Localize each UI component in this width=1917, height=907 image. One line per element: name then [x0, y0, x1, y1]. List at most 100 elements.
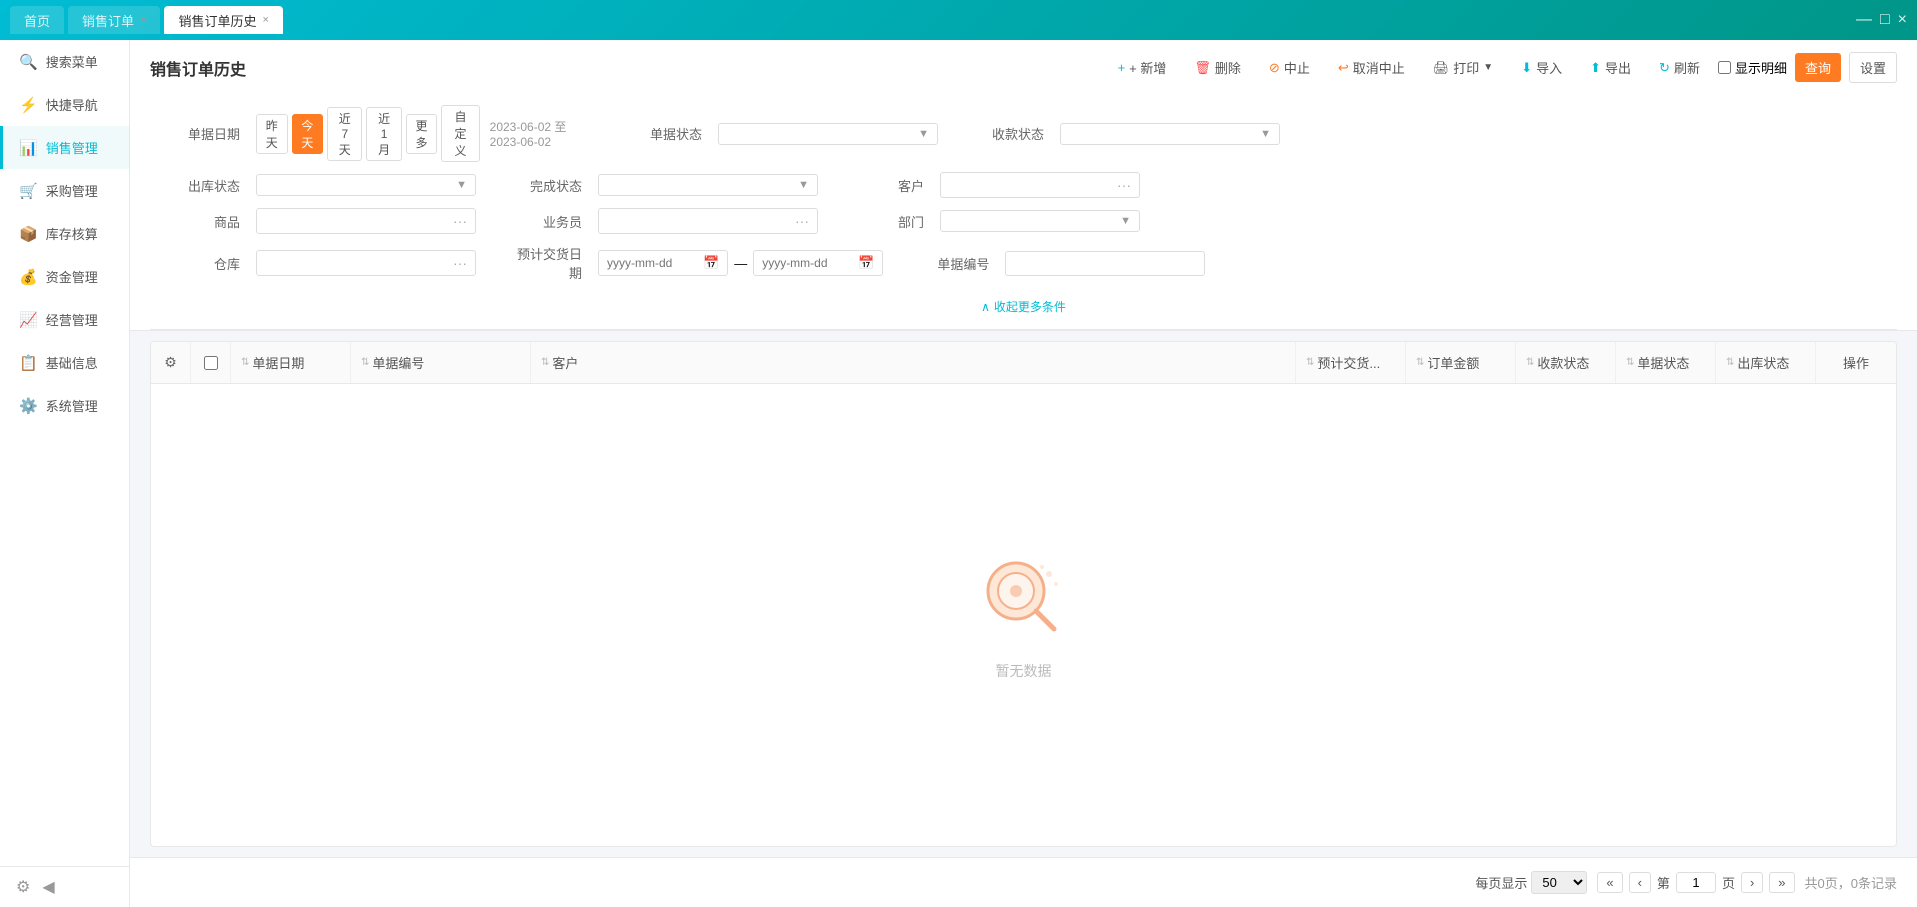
query-button[interactable]: 查询 — [1795, 53, 1841, 82]
salesperson-more-icon[interactable]: ··· — [795, 213, 809, 229]
th-bill-status-label: 单据状态 — [1637, 353, 1689, 372]
import-button[interactable]: ⬇ 导入 — [1511, 53, 1572, 82]
page-title: 销售订单历史 — [150, 56, 246, 80]
date-yesterday[interactable]: 昨天 — [256, 114, 288, 154]
sidebar-item-sales[interactable]: 📊 销售管理 — [0, 126, 129, 169]
customer-more-icon[interactable]: ··· — [1117, 177, 1131, 193]
page-number-input[interactable] — [1676, 872, 1716, 893]
collapse-row[interactable]: ∧ 收起更多条件 — [170, 292, 1877, 317]
th-pay-status-label: 收款状态 — [1537, 353, 1589, 372]
sidebar-item-system[interactable]: ⚙️ 系统管理 — [0, 384, 129, 427]
bill-status-arrow: ▼ — [918, 128, 929, 140]
sort-icon-3[interactable]: ⇅ — [541, 357, 549, 368]
collapse-label: 收起更多条件 — [994, 298, 1066, 315]
sidebar-item-purchase-label: 采购管理 — [46, 181, 98, 200]
sidebar-item-finance[interactable]: 💰 资金管理 — [0, 255, 129, 298]
th-delivery: ⇅ 预计交货... — [1296, 342, 1406, 383]
customer-input[interactable]: ··· — [940, 172, 1140, 198]
warehouse-more-icon[interactable]: ··· — [453, 255, 467, 271]
receipt-status-select[interactable]: ▼ — [1060, 123, 1280, 145]
page-nav: « ‹ 第 页 › » — [1597, 872, 1794, 893]
prev-page-btn[interactable]: ‹ — [1629, 872, 1651, 893]
new-label: + 新增 — [1129, 58, 1166, 77]
th-customer: ⇅ 客户 — [531, 342, 1296, 383]
minimize-btn[interactable]: — — [1856, 11, 1872, 29]
sidebar-item-search-label: 搜索菜单 — [46, 52, 98, 71]
toolbar: + + 新增 🗑 删除 ⊘ 中止 ↩ 取消中止 — [1108, 52, 1897, 83]
sidebar-item-quick-nav[interactable]: ⚡ 快捷导航 — [0, 83, 129, 126]
date-dash: — — [734, 256, 747, 271]
settings-label: 设置 — [1860, 58, 1886, 77]
close-tab-history[interactable]: × — [262, 14, 268, 26]
bill-status-select[interactable]: ▼ — [718, 123, 938, 145]
stop-button[interactable]: ⊘ 中止 — [1259, 53, 1320, 82]
delivery-date-to-input[interactable] — [762, 256, 852, 270]
sidebar-item-basic[interactable]: 📋 基础信息 — [0, 341, 129, 384]
table-settings-button[interactable]: ⚙ — [164, 354, 177, 371]
complete-status-select[interactable]: ▼ — [598, 174, 818, 196]
close-tab-sales-order[interactable]: × — [140, 14, 146, 26]
sidebar-item-operation[interactable]: 📈 经营管理 — [0, 298, 129, 341]
next-page-btn[interactable]: › — [1741, 872, 1763, 893]
tab-sales-order-history-label: 销售订单历史 — [178, 11, 256, 30]
sidebar-settings-icon[interactable]: ⚙ — [16, 877, 30, 897]
th-pay-status: ⇅ 收款状态 — [1516, 342, 1616, 383]
sort-icon[interactable]: ⇅ — [241, 357, 249, 368]
new-button[interactable]: + + 新增 — [1108, 53, 1177, 82]
bill-date-control: 昨天 今天 近7天 近1月 更多 自定义 2023-06-02 至 2023-0… — [256, 105, 596, 162]
export-button[interactable]: ⬆ 导出 — [1580, 53, 1641, 82]
date-custom[interactable]: 自定义 — [441, 105, 479, 162]
date-more[interactable]: 更多 — [406, 114, 438, 154]
sort-icon-7[interactable]: ⇅ — [1626, 357, 1634, 368]
delivery-date-from[interactable]: 📅 — [598, 250, 728, 276]
last-page-btn[interactable]: » — [1769, 872, 1794, 893]
sort-icon-8[interactable]: ⇅ — [1726, 357, 1734, 368]
th-bill-number-label: 单据编号 — [372, 353, 424, 372]
date-today[interactable]: 今天 — [292, 114, 324, 154]
date-1month[interactable]: 近1月 — [366, 107, 401, 161]
tab-home[interactable]: 首页 — [10, 6, 64, 34]
sidebar-toggle-icon[interactable]: ◀ — [42, 877, 54, 897]
first-page-btn[interactable]: « — [1597, 872, 1622, 893]
tab-sales-order[interactable]: 销售订单 × — [68, 6, 160, 34]
close-btn[interactable]: × — [1898, 11, 1907, 29]
receipt-status-label: 收款状态 — [974, 124, 1044, 143]
display-detail-checkbox[interactable] — [1718, 61, 1731, 74]
out-status-select[interactable]: ▼ — [256, 174, 476, 196]
product-placeholder — [265, 214, 453, 229]
tab-sales-order-history[interactable]: 销售订单历史 × — [164, 6, 282, 34]
sidebar-item-inventory[interactable]: 📦 库存核算 — [0, 212, 129, 255]
refresh-label: 刷新 — [1674, 58, 1700, 77]
sidebar-item-search[interactable]: 🔍 搜索菜单 — [0, 40, 129, 83]
department-select[interactable]: ▼ — [940, 210, 1140, 232]
page-size-dropdown[interactable]: 10 20 50 100 — [1531, 871, 1587, 894]
sort-icon-6[interactable]: ⇅ — [1526, 357, 1534, 368]
bill-number-input[interactable] — [1005, 251, 1205, 276]
delete-button[interactable]: 🗑 删除 — [1184, 53, 1251, 82]
display-detail-toggle[interactable]: 显示明细 — [1718, 58, 1787, 77]
maximize-btn[interactable]: □ — [1880, 11, 1890, 29]
topbar: 首页 销售订单 × 销售订单历史 × — □ × — [0, 0, 1917, 40]
cancel-stop-button[interactable]: ↩ 取消中止 — [1328, 53, 1415, 82]
delivery-date-to[interactable]: 📅 — [753, 250, 883, 276]
date-7days[interactable]: 近7天 — [327, 107, 362, 161]
delete-label: 删除 — [1215, 58, 1241, 77]
sort-icon-5[interactable]: ⇅ — [1416, 357, 1424, 368]
sort-icon-4[interactable]: ⇅ — [1306, 357, 1314, 368]
system-icon: ⚙️ — [19, 397, 38, 415]
out-status-arrow: ▼ — [456, 179, 467, 191]
sidebar-item-inventory-label: 库存核算 — [46, 224, 98, 243]
product-more-icon[interactable]: ··· — [453, 213, 467, 229]
delivery-date-from-input[interactable] — [607, 256, 697, 270]
settings-button[interactable]: 设置 — [1849, 52, 1897, 83]
salesperson-input[interactable]: ··· — [598, 208, 818, 234]
sales-icon: 📊 — [19, 139, 38, 157]
select-all-checkbox[interactable] — [204, 356, 218, 370]
sidebar-item-purchase[interactable]: 🛒 采购管理 — [0, 169, 129, 212]
refresh-button[interactable]: ↻ 刷新 — [1649, 53, 1710, 82]
print-button[interactable]: 🖨 打印 ▼ — [1423, 53, 1503, 82]
product-input[interactable]: ··· — [256, 208, 476, 234]
warehouse-input[interactable]: ··· — [256, 250, 476, 276]
sort-icon-2[interactable]: ⇅ — [361, 357, 369, 368]
new-icon: + — [1118, 60, 1126, 75]
